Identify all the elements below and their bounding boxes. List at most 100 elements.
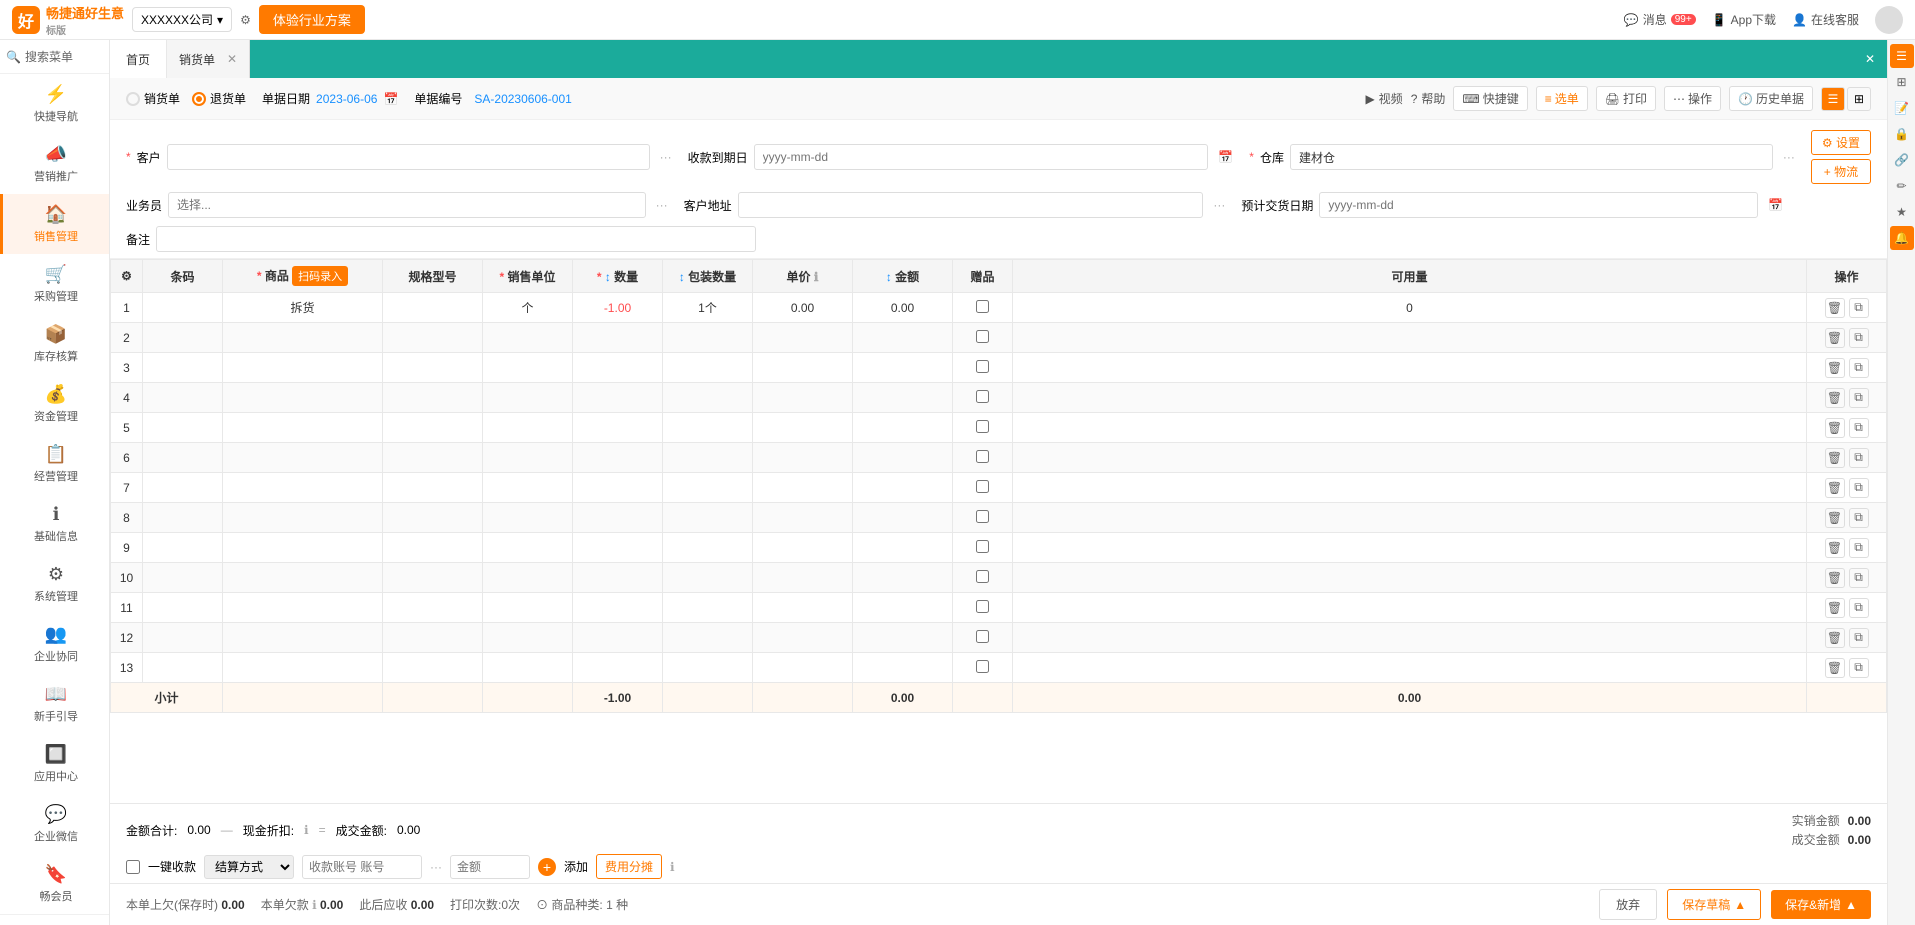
row-delete-icon[interactable]: 🗑 xyxy=(1825,568,1845,588)
sidebar-item-sales[interactable]: 🏠 销售管理 xyxy=(0,194,109,254)
shortcut-btn[interactable]: ⌨ 快捷键 xyxy=(1453,86,1527,111)
sidebar-item-collab[interactable]: 👥 企业协同 xyxy=(0,614,109,674)
warehouse-input[interactable] xyxy=(1290,144,1773,170)
sidebar-search[interactable]: 🔍 搜索菜单 xyxy=(0,40,109,74)
message-btn[interactable]: 💬 消息 99+ xyxy=(1624,11,1696,28)
right-panel-note-btn[interactable]: 📝 xyxy=(1890,96,1914,120)
row-delete-icon[interactable]: 🗑 xyxy=(1825,658,1845,678)
row-copy-icon[interactable]: ⧉ xyxy=(1849,328,1869,348)
help-btn[interactable]: ? 帮助 xyxy=(1411,90,1446,107)
radio-return-order[interactable]: 退货单 xyxy=(192,90,246,107)
customer-addr-input[interactable] xyxy=(738,192,1204,218)
row-copy-icon[interactable]: ⧉ xyxy=(1849,628,1869,648)
tab-close-icon[interactable]: ✕ xyxy=(227,52,237,66)
radio-sales-order[interactable]: 销货单 xyxy=(126,90,180,107)
save-new-btn[interactable]: 保存&新增 ▲ xyxy=(1771,890,1871,919)
add-item-btn[interactable]: + xyxy=(538,858,556,876)
row-delete-icon[interactable]: 🗑 xyxy=(1825,388,1845,408)
right-panel-grid-btn[interactable]: ⊞ xyxy=(1890,70,1914,94)
date-value[interactable]: 2023-06-06 xyxy=(316,92,377,106)
account-dots[interactable]: ··· xyxy=(430,860,442,874)
pack-sort-icon[interactable]: ↕ xyxy=(679,270,685,284)
sidebar-item-member[interactable]: 🔖 畅会员 xyxy=(0,854,109,914)
info-icon-owe[interactable]: ℹ xyxy=(312,898,317,912)
right-panel-edit-btn[interactable]: ✏ xyxy=(1890,174,1914,198)
row-copy-icon[interactable]: ⧉ xyxy=(1849,358,1869,378)
row-delete-icon[interactable]: 🗑 xyxy=(1825,448,1845,468)
tab-close-window[interactable]: ✕ xyxy=(1853,52,1887,66)
expense-info-icon[interactable]: ℹ xyxy=(670,860,675,874)
expense-btn[interactable]: 费用分摊 xyxy=(596,854,662,879)
row-copy-icon[interactable]: ⧉ xyxy=(1849,298,1869,318)
sidebar-item-operations[interactable]: 📋 经营管理 xyxy=(0,434,109,494)
row-copy-icon[interactable]: ⧉ xyxy=(1849,538,1869,558)
row-delete-icon[interactable]: 🗑 xyxy=(1825,328,1845,348)
right-panel-star-btn[interactable]: ★ xyxy=(1890,200,1914,224)
grid-view-btn[interactable]: ⊞ xyxy=(1847,87,1871,111)
gear-icon[interactable]: ⚙ xyxy=(240,13,251,27)
right-panel-bell-btn[interactable]: 🔔 xyxy=(1890,226,1914,250)
row-copy-icon[interactable]: ⧉ xyxy=(1849,448,1869,468)
row-copy-icon[interactable]: ⧉ xyxy=(1849,568,1869,588)
abandon-btn[interactable]: 放弃 xyxy=(1599,889,1657,920)
sidebar-item-guide[interactable]: 📖 新手引导 xyxy=(0,674,109,734)
row-copy-icon[interactable]: ⧉ xyxy=(1849,418,1869,438)
row-copy-icon[interactable]: ⧉ xyxy=(1849,478,1869,498)
sidebar-item-wechat[interactable]: 💬 企业微信 xyxy=(0,794,109,854)
sidebar-item-system[interactable]: ⚙ 系统管理 xyxy=(0,554,109,614)
online-service-btn[interactable]: 👤 在线客服 xyxy=(1792,11,1859,28)
row-copy-icon[interactable]: ⧉ xyxy=(1849,658,1869,678)
operations-btn[interactable]: ⋯ 操作 xyxy=(1664,86,1721,111)
right-panel-link-btn[interactable]: 🔗 xyxy=(1890,148,1914,172)
customer-more-icon[interactable]: ··· xyxy=(660,150,672,164)
row-delete-icon[interactable]: 🗑 xyxy=(1825,598,1845,618)
right-panel-lock-btn[interactable]: 🔒 xyxy=(1890,122,1914,146)
delivery-date-calendar-icon[interactable]: 📅 xyxy=(1768,198,1783,212)
try-btn[interactable]: 体验行业方案 xyxy=(259,5,365,34)
sidebar-item-finance[interactable]: 💰 资金管理 xyxy=(0,374,109,434)
row-copy-icon[interactable]: ⧉ xyxy=(1849,598,1869,618)
sidebar-item-quick[interactable]: ⚡ 快捷导航 xyxy=(0,74,109,134)
one-key-payment-checkbox[interactable] xyxy=(126,860,140,874)
calendar-icon[interactable]: 📅 xyxy=(383,92,398,106)
qty-sort-icon[interactable]: ↕ xyxy=(605,270,611,284)
row-delete-icon[interactable]: 🗑 xyxy=(1825,538,1845,558)
price-info-icon[interactable]: ℹ xyxy=(814,270,819,284)
customer-input[interactable] xyxy=(167,144,650,170)
row-delete-icon[interactable]: 🗑 xyxy=(1825,628,1845,648)
select-order-btn[interactable]: ≡ 选单 xyxy=(1536,86,1588,111)
sidebar-item-purchase[interactable]: 🛒 采购管理 xyxy=(0,254,109,314)
app-download-btn[interactable]: 📱 App下载 xyxy=(1712,11,1776,28)
amount-input[interactable] xyxy=(450,855,530,879)
delivery-date-input[interactable] xyxy=(1319,192,1758,218)
salesperson-more-icon[interactable]: ··· xyxy=(656,198,668,212)
list-view-btn[interactable]: ☰ xyxy=(1821,87,1845,111)
row-copy-icon[interactable]: ⧉ xyxy=(1849,508,1869,528)
avatar[interactable] xyxy=(1875,6,1903,34)
sidebar-item-inventory[interactable]: 📦 库存核算 xyxy=(0,314,109,374)
company-selector[interactable]: XXXXXX公司 ▾ xyxy=(132,7,232,32)
settings-col-icon[interactable]: ⚙ xyxy=(121,269,132,283)
history-btn[interactable]: 🕐 历史单据 xyxy=(1729,86,1813,111)
sidebar-item-marketing[interactable]: 📣 营销推广 xyxy=(0,134,109,194)
row-delete-icon[interactable]: 🗑 xyxy=(1825,508,1845,528)
sidebar-item-base[interactable]: ℹ 基础信息 xyxy=(0,494,109,554)
sidebar-item-appstore[interactable]: 🔲 应用中心 xyxy=(0,734,109,794)
due-date-input[interactable] xyxy=(754,144,1209,170)
row-delete-icon[interactable]: 🗑 xyxy=(1825,358,1845,378)
row-delete-icon[interactable]: 🗑 xyxy=(1825,418,1845,438)
warehouse-more-icon[interactable]: ··· xyxy=(1783,150,1795,164)
row-delete-icon[interactable]: 🗑 xyxy=(1825,478,1845,498)
save-draft-btn[interactable]: 保存草稿 ▲ xyxy=(1667,889,1761,920)
logistics-btn[interactable]: + 物流 xyxy=(1811,159,1871,184)
print-btn[interactable]: 🖨 打印 xyxy=(1596,86,1656,111)
setting-btn[interactable]: ⚙ 设置 xyxy=(1811,130,1871,155)
salesperson-input[interactable] xyxy=(168,192,646,218)
row-copy-icon[interactable]: ⧉ xyxy=(1849,388,1869,408)
amount-sort-icon[interactable]: ↕ xyxy=(886,270,892,284)
notes-input[interactable] xyxy=(156,226,756,252)
tab-home[interactable]: 首页 xyxy=(110,40,167,78)
right-panel-list-btn[interactable]: ☰ xyxy=(1890,44,1914,68)
account-input[interactable] xyxy=(302,855,422,879)
tab-sales-order[interactable]: 销货单 ✕ xyxy=(167,40,250,78)
